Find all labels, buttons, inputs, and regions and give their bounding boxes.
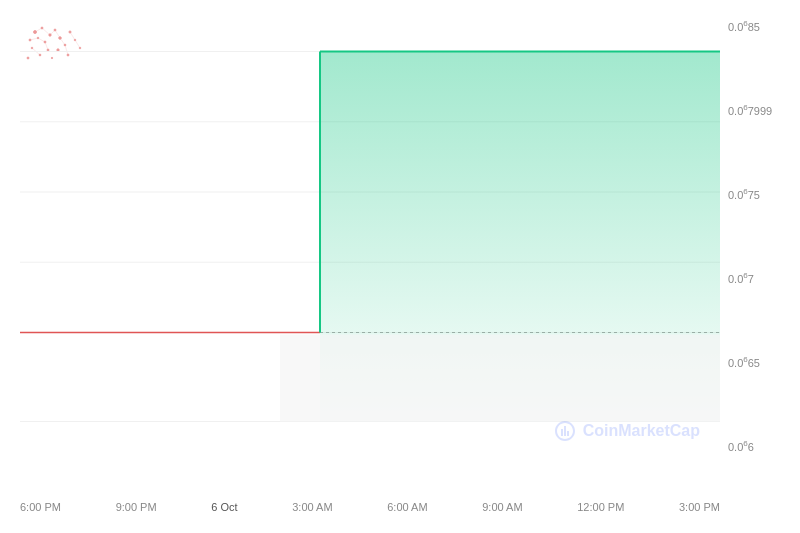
y-label-6: 0.066 <box>728 440 754 453</box>
x-label-3am: 3:00 AM <box>292 501 332 513</box>
chart-svg <box>20 20 720 453</box>
x-label-6oct: 6 Oct <box>211 501 237 513</box>
y-label-3: 0.0675 <box>728 188 760 201</box>
chart-container: 0.0685 0.067999 0.0675 0.067 0.0665 0.06… <box>0 0 800 533</box>
y-label-2: 0.067999 <box>728 104 772 117</box>
coinmarketcap-icon <box>553 419 577 443</box>
x-label-3pm: 3:00 PM <box>679 501 720 513</box>
y-label-4: 0.067 <box>728 272 754 285</box>
x-label-12pm: 12:00 PM <box>577 501 624 513</box>
y-axis-labels: 0.0685 0.067999 0.0675 0.067 0.0665 0.06… <box>722 20 800 453</box>
x-label-9am: 9:00 AM <box>482 501 522 513</box>
y-label-5: 0.0665 <box>728 356 760 369</box>
watermark: CoinMarketCap <box>553 419 700 443</box>
x-label-6pm: 6:00 PM <box>20 501 61 513</box>
x-axis-labels: 6:00 PM 9:00 PM 6 Oct 3:00 AM 6:00 AM 9:… <box>20 501 720 513</box>
svg-rect-40 <box>280 335 720 422</box>
chart-area <box>20 20 720 453</box>
watermark-label: CoinMarketCap <box>583 422 700 440</box>
x-label-6am: 6:00 AM <box>387 501 427 513</box>
x-label-9pm: 9:00 PM <box>116 501 157 513</box>
y-label-1: 0.0685 <box>728 20 760 33</box>
